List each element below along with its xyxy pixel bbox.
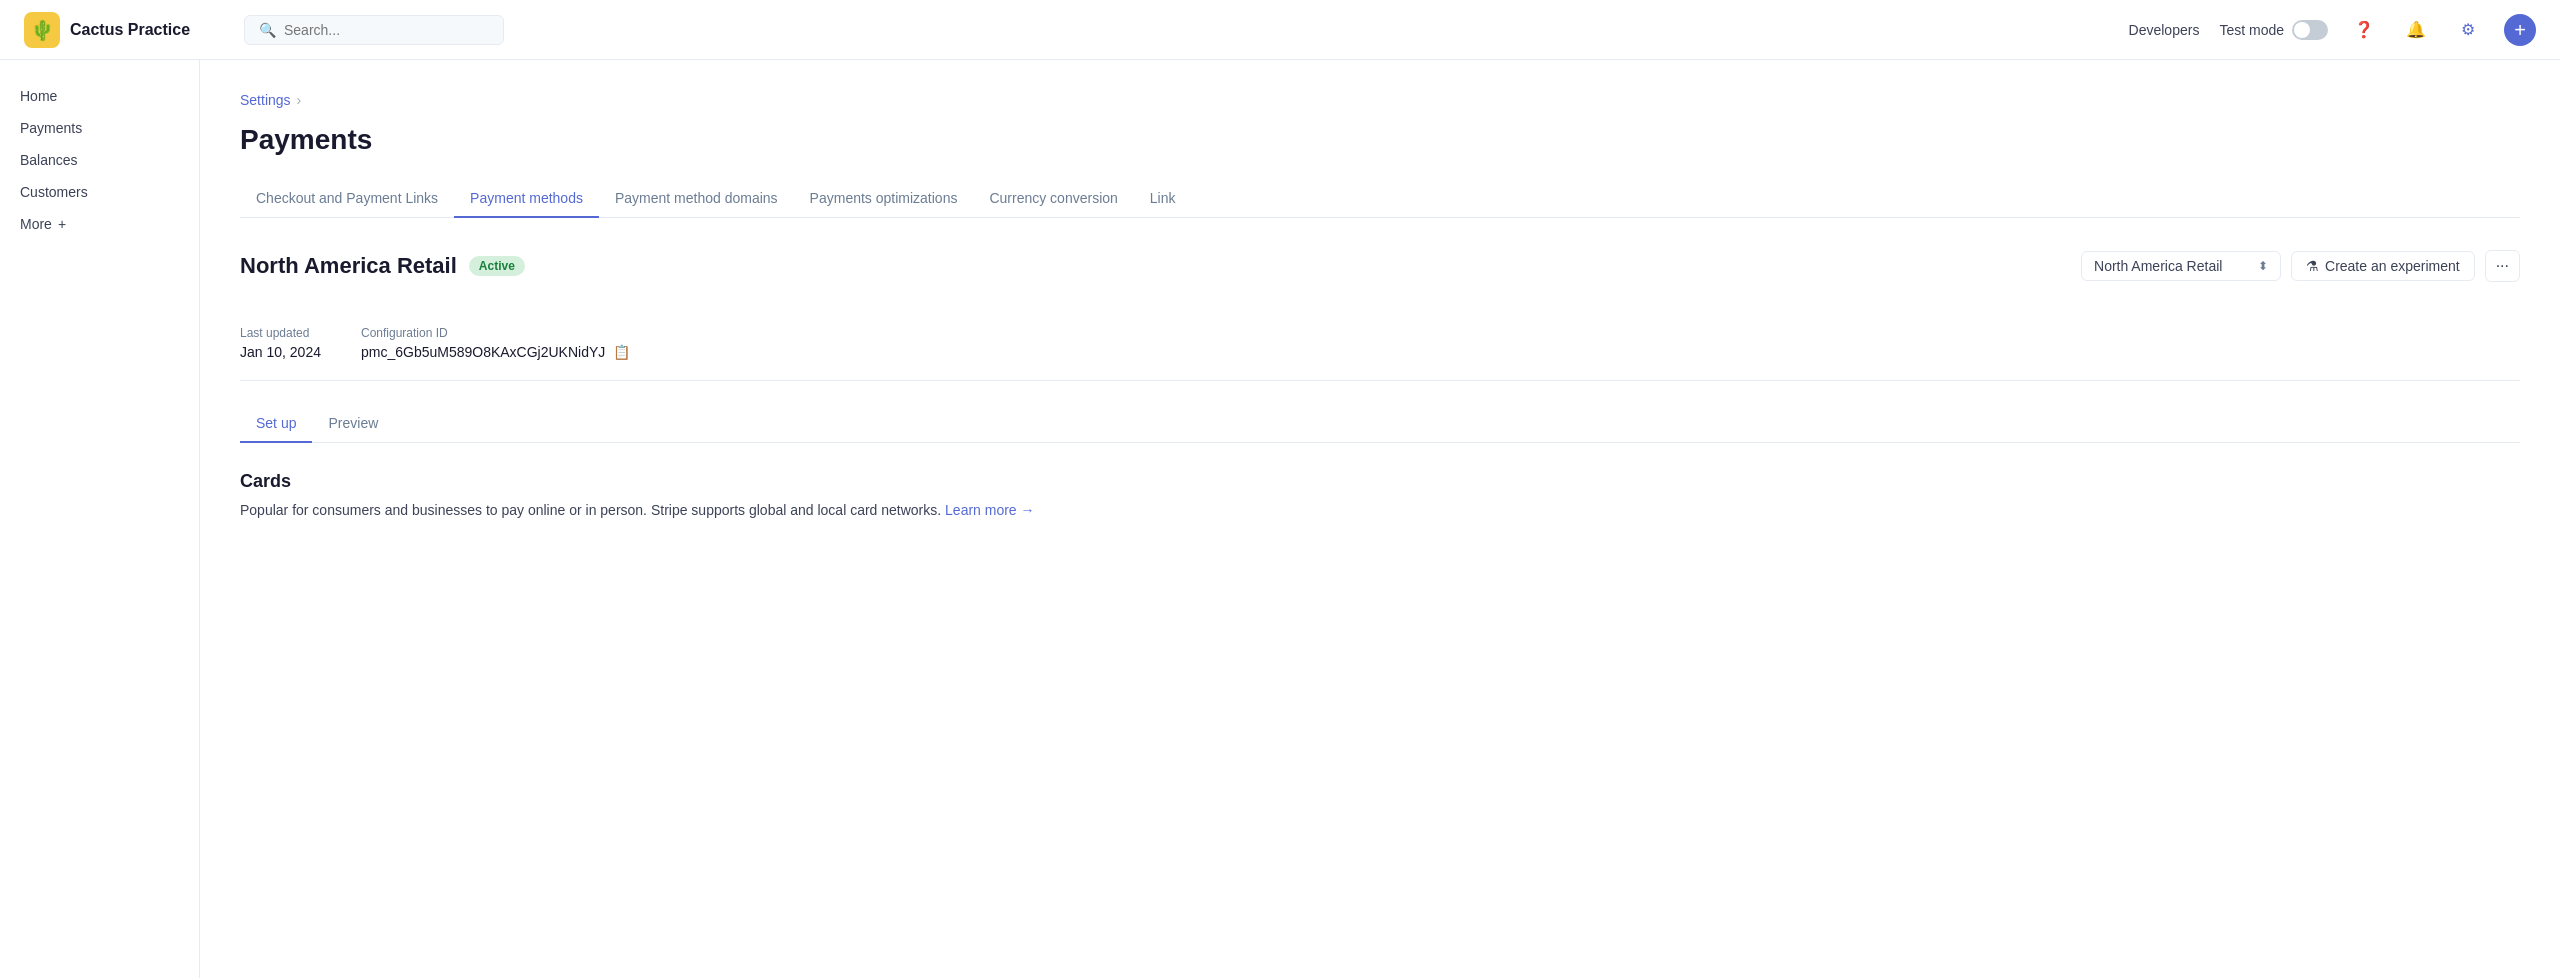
breadcrumb: Settings ›: [240, 92, 2520, 108]
tab-currency-conversion[interactable]: Currency conversion: [973, 180, 1133, 218]
chevron-up-down-icon: ⬍: [2258, 259, 2268, 273]
question-icon: ❓: [2354, 20, 2374, 39]
config-info: Last updated Jan 10, 2024 Configuration …: [240, 306, 2520, 381]
logo-area: 🌵 Cactus Practice: [24, 12, 224, 48]
last-updated-label: Last updated: [240, 326, 321, 340]
search-input[interactable]: [284, 22, 489, 38]
app-name: Cactus Practice: [70, 21, 190, 39]
section-actions: North America Retail ⬍ ⚗ Create an exper…: [2081, 250, 2520, 282]
config-id-item: Configuration ID pmc_6Gb5uM589O8KAxCGj2U…: [361, 326, 630, 360]
last-updated-value: Jan 10, 2024: [240, 344, 321, 360]
breadcrumb-settings[interactable]: Settings: [240, 92, 291, 108]
dropdown-value: North America Retail: [2094, 258, 2222, 274]
test-mode-toggle[interactable]: [2292, 20, 2328, 40]
toggle-thumb: [2294, 22, 2310, 38]
search-icon: 🔍: [259, 22, 276, 38]
sidebar-item-more[interactable]: More +: [0, 208, 199, 240]
sidebar-item-label: Home: [20, 88, 57, 104]
search-bar[interactable]: 🔍: [244, 15, 504, 45]
sidebar-item-balances[interactable]: Balances: [0, 144, 199, 176]
test-mode-area: Test mode: [2219, 20, 2328, 40]
topnav: 🌵 Cactus Practice 🔍 Developers Test mode…: [0, 0, 2560, 60]
config-id-value: pmc_6Gb5uM589O8KAxCGj2UKNidYJ: [361, 344, 605, 360]
tab-payment-methods[interactable]: Payment methods: [454, 180, 599, 218]
tab-link[interactable]: Link: [1134, 180, 1192, 218]
sub-tab-setup[interactable]: Set up: [240, 405, 312, 443]
sidebar-item-label: More: [20, 216, 52, 232]
ellipsis-icon: ···: [2496, 257, 2509, 274]
test-mode-label: Test mode: [2219, 22, 2284, 38]
help-icon-btn[interactable]: ❓: [2348, 14, 2380, 46]
tab-payments-optimizations[interactable]: Payments optimizations: [794, 180, 974, 218]
cards-section: Cards Popular for consumers and business…: [240, 471, 2520, 521]
page-title: Payments: [240, 124, 2520, 156]
breadcrumb-separator: ›: [297, 92, 302, 108]
developers-link[interactable]: Developers: [2129, 22, 2200, 38]
sidebar-item-home[interactable]: Home: [0, 80, 199, 112]
create-experiment-label: Create an experiment: [2325, 258, 2460, 274]
bell-icon: 🔔: [2406, 20, 2426, 39]
sidebar-item-label: Payments: [20, 120, 82, 136]
copy-icon[interactable]: 📋: [613, 344, 630, 360]
sidebar-item-label: Balances: [20, 152, 78, 168]
more-options-button[interactable]: ···: [2485, 250, 2520, 282]
nav-right: Developers Test mode ❓ 🔔 ⚙ +: [2129, 14, 2536, 46]
create-experiment-button[interactable]: ⚗ Create an experiment: [2291, 251, 2475, 281]
config-id-area: pmc_6Gb5uM589O8KAxCGj2UKNidYJ 📋: [361, 344, 630, 360]
gear-icon-btn[interactable]: ⚙: [2452, 14, 2484, 46]
add-icon: +: [2514, 20, 2526, 40]
add-button[interactable]: +: [2504, 14, 2536, 46]
bell-icon-btn[interactable]: 🔔: [2400, 14, 2432, 46]
sub-tab-preview[interactable]: Preview: [312, 405, 394, 443]
more-plus-icon: +: [58, 216, 66, 232]
tabs: Checkout and Payment Links Payment metho…: [240, 180, 2520, 218]
config-id-label: Configuration ID: [361, 326, 630, 340]
tab-checkout-payment-links[interactable]: Checkout and Payment Links: [240, 180, 454, 218]
sidebar: Home Payments Balances Customers More +: [0, 60, 200, 978]
layout: Home Payments Balances Customers More + …: [0, 0, 2560, 978]
cards-title: Cards: [240, 471, 2520, 492]
section-header: North America Retail Active North Americ…: [240, 250, 2520, 282]
section-title-area: North America Retail Active: [240, 253, 525, 279]
sidebar-item-label: Customers: [20, 184, 88, 200]
config-dropdown[interactable]: North America Retail ⬍: [2081, 251, 2281, 281]
sidebar-item-payments[interactable]: Payments: [0, 112, 199, 144]
app-logo-icon: 🌵: [24, 12, 60, 48]
main-content: Settings › Payments Checkout and Payment…: [200, 60, 2560, 978]
active-badge: Active: [469, 256, 525, 276]
learn-more-link[interactable]: Learn more →: [945, 502, 1034, 518]
tab-payment-method-domains[interactable]: Payment method domains: [599, 180, 794, 218]
cards-description: Popular for consumers and businesses to …: [240, 500, 2520, 521]
gear-icon: ⚙: [2461, 20, 2475, 39]
section-title: North America Retail: [240, 253, 457, 279]
sub-tabs: Set up Preview: [240, 405, 2520, 443]
experiment-icon: ⚗: [2306, 258, 2319, 274]
last-updated-item: Last updated Jan 10, 2024: [240, 326, 321, 360]
sidebar-item-customers[interactable]: Customers: [0, 176, 199, 208]
